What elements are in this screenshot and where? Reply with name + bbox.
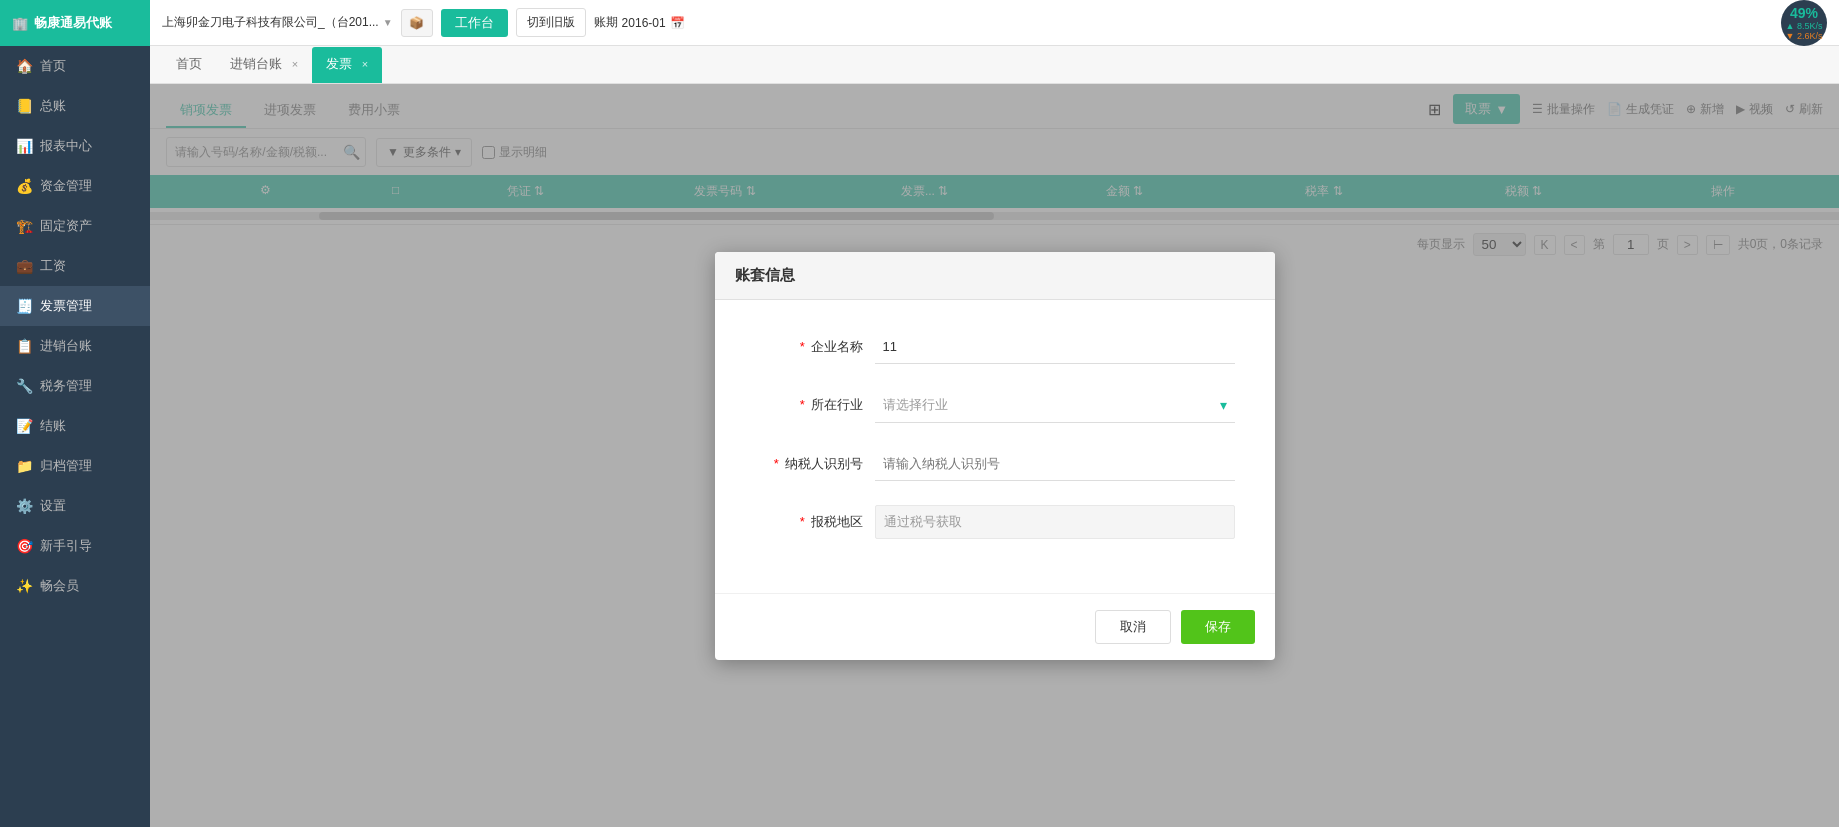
period-display: 账期 2016-01 📅 <box>594 14 685 31</box>
tax-id-label: * 纳税人识别号 <box>755 455 875 473</box>
account-info-modal: 账套信息 * 企业名称 * 所在行业 <box>715 252 1275 660</box>
tab-sales-ledger[interactable]: 进销台账 × <box>216 47 312 83</box>
guide-icon: 🎯 <box>16 538 32 554</box>
sidebar-label-close: 结账 <box>40 417 66 435</box>
tab-home[interactable]: 首页 <box>162 47 216 83</box>
nav-tabs: 首页 进销台账 × 发票 × <box>150 46 1839 84</box>
close-books-icon: 📝 <box>16 418 32 434</box>
network-speeds: ▲ 8.5K/s ▼ 2.6K/s <box>1786 21 1823 41</box>
industry-select-wrap: 请选择行业 ▾ <box>875 388 1235 423</box>
industry-select[interactable]: 请选择行业 <box>875 388 1235 422</box>
modal-body: * 企业名称 * 所在行业 请选择行业 <box>715 300 1275 593</box>
sidebar-item-archive[interactable]: 📁 归档管理 <box>0 446 150 486</box>
required-star-region: * <box>800 514 805 529</box>
tax-id-input[interactable] <box>875 447 1235 481</box>
company-dropdown-arrow: ▼ <box>383 17 393 28</box>
sidebar-item-ledger[interactable]: 📒 总账 <box>0 86 150 126</box>
sidebar-label-sales-ledger: 进销台账 <box>40 337 92 355</box>
modal-title: 账套信息 <box>715 252 1275 300</box>
archive-button[interactable]: 📦 <box>401 9 433 37</box>
tab-close-invoice[interactable]: × <box>362 58 368 70</box>
sidebar-item-sales-ledger[interactable]: 📋 进销台账 <box>0 326 150 366</box>
main-content: 上海卯金刀电子科技有限公司_（台201... ▼ 📦 工作台 切到旧版 账期 2… <box>150 0 1839 827</box>
home-icon: 🏠 <box>16 58 32 74</box>
archive-btn-icon: 📦 <box>409 16 424 30</box>
required-star: * <box>800 339 805 354</box>
modal-footer: 取消 保存 <box>715 593 1275 660</box>
industry-label: * 所在行业 <box>755 396 875 414</box>
modal-overlay: 账套信息 * 企业名称 * 所在行业 <box>150 84 1839 827</box>
sidebar-label-vip: 畅会员 <box>40 577 79 595</box>
sidebar-item-vip[interactable]: ✨ 畅会员 <box>0 566 150 606</box>
sidebar-item-guide[interactable]: 🎯 新手引导 <box>0 526 150 566</box>
sidebar-item-salary[interactable]: 💼 工资 <box>0 246 150 286</box>
sidebar-label-finance: 资金管理 <box>40 177 92 195</box>
topbar: 上海卯金刀电子科技有限公司_（台201... ▼ 📦 工作台 切到旧版 账期 2… <box>150 0 1839 46</box>
app-logo: 🏢 畅康通易代账 <box>0 0 150 46</box>
sidebar-item-invoice[interactable]: 🧾 发票管理 <box>0 286 150 326</box>
assets-icon: 🏗️ <box>16 218 32 234</box>
sidebar-label-salary: 工资 <box>40 257 66 275</box>
save-button[interactable]: 保存 <box>1181 610 1255 644</box>
company-name-label: * 企业名称 <box>755 338 875 356</box>
sidebar-item-assets[interactable]: 🏗️ 固定资产 <box>0 206 150 246</box>
company-name-input[interactable] <box>875 330 1235 364</box>
upload-speed: ▲ 8.5K/s <box>1786 21 1823 31</box>
cancel-button[interactable]: 取消 <box>1095 610 1171 644</box>
company-selector[interactable]: 上海卯金刀电子科技有限公司_（台201... ▼ <box>162 14 393 31</box>
old-version-button[interactable]: 切到旧版 <box>516 8 586 37</box>
sales-ledger-icon: 📋 <box>16 338 32 354</box>
ledger-icon: 📒 <box>16 98 32 114</box>
required-star-industry: * <box>800 397 805 412</box>
sidebar-label-guide: 新手引导 <box>40 537 92 555</box>
period-value: 2016-01 <box>622 16 666 30</box>
tax-region-label: * 报税地区 <box>755 513 875 531</box>
required-star-taxid: * <box>774 456 779 471</box>
sidebar-label-settings: 设置 <box>40 497 66 515</box>
sidebar-item-home[interactable]: 🏠 首页 <box>0 46 150 86</box>
sidebar: 🏢 畅康通易代账 🏠 首页 📒 总账 📊 报表中心 💰 资金管理 🏗️ 固定资产… <box>0 0 150 827</box>
company-name-row: * 企业名称 <box>755 330 1235 364</box>
workbench-button[interactable]: 工作台 <box>441 9 508 37</box>
sidebar-label-assets: 固定资产 <box>40 217 92 235</box>
logo-icon: 🏢 <box>12 16 28 31</box>
finance-icon: 💰 <box>16 178 32 194</box>
sidebar-item-settings[interactable]: ⚙️ 设置 <box>0 486 150 526</box>
network-indicator: 49% ▲ 8.5K/s ▼ 2.6K/s <box>1781 0 1827 46</box>
content-area: 销项发票 进项发票 费用小票 ⊞ 取票 ▼ ☰ 批量操作 <box>150 84 1839 827</box>
period-label: 账期 <box>594 14 618 31</box>
salary-icon: 💼 <box>16 258 32 274</box>
settings-icon: ⚙️ <box>16 498 32 514</box>
tab-invoice[interactable]: 发票 × <box>312 47 382 83</box>
tax-region-display: 通过税号获取 <box>875 505 1235 539</box>
sidebar-label-tax: 税务管理 <box>40 377 92 395</box>
sidebar-item-finance[interactable]: 💰 资金管理 <box>0 166 150 206</box>
vip-icon: ✨ <box>16 578 32 594</box>
tax-region-row: * 报税地区 通过税号获取 <box>755 505 1235 539</box>
tax-icon: 🔧 <box>16 378 32 394</box>
archive-icon: 📁 <box>16 458 32 474</box>
sidebar-item-close[interactable]: 📝 结账 <box>0 406 150 446</box>
sidebar-label-invoice: 发票管理 <box>40 297 92 315</box>
industry-row: * 所在行业 请选择行业 ▾ <box>755 388 1235 423</box>
sidebar-label-archive: 归档管理 <box>40 457 92 475</box>
sidebar-item-tax[interactable]: 🔧 税务管理 <box>0 366 150 406</box>
company-name: 上海卯金刀电子科技有限公司_（台201... <box>162 14 379 31</box>
sidebar-label-reports: 报表中心 <box>40 137 92 155</box>
sidebar-label-home: 首页 <box>40 57 66 75</box>
sidebar-item-reports[interactable]: 📊 报表中心 <box>0 126 150 166</box>
reports-icon: 📊 <box>16 138 32 154</box>
invoice-icon: 🧾 <box>16 298 32 314</box>
calendar-icon[interactable]: 📅 <box>670 16 685 30</box>
sidebar-label-ledger: 总账 <box>40 97 66 115</box>
tab-close-sales-ledger[interactable]: × <box>292 58 298 70</box>
network-pct: 49% <box>1790 5 1818 21</box>
logo-text: 畅康通易代账 <box>34 14 112 32</box>
tax-id-row: * 纳税人识别号 <box>755 447 1235 481</box>
download-speed: ▼ 2.6K/s <box>1786 31 1823 41</box>
topbar-right: 49% ▲ 8.5K/s ▼ 2.6K/s <box>1781 0 1827 46</box>
